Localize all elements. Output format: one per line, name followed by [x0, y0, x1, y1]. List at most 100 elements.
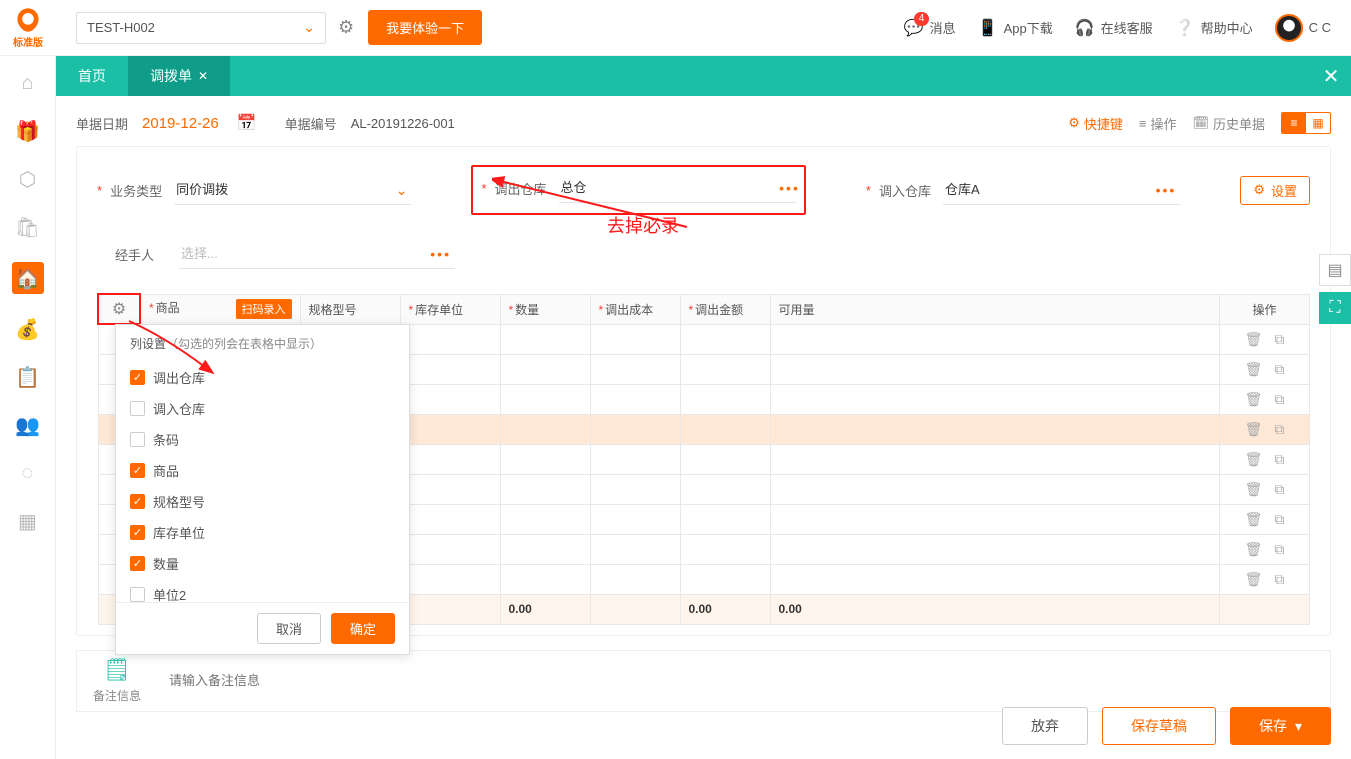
copy-icon[interactable]: ⧉ [1274, 331, 1284, 347]
logo-icon [14, 6, 42, 34]
rail-money-icon[interactable]: 💰 [15, 316, 41, 342]
col-option[interactable]: 条码 [130, 424, 395, 455]
delete-icon[interactable]: 🗑 [1245, 331, 1263, 347]
col-option[interactable]: ✓库存单位 [130, 517, 395, 548]
checkbox[interactable]: ✓ [130, 556, 145, 571]
date-value[interactable]: 2019-12-26 [142, 115, 219, 132]
column-settings-popup: 列设置（勾选的列会在表格中显示） ✓调出仓库调入仓库条码✓商品✓规格型号✓库存单… [115, 324, 410, 655]
avatar [1275, 14, 1303, 42]
col-option[interactable]: ✓调出仓库 [130, 362, 395, 393]
messages-badge: 4 [914, 12, 930, 26]
copy-icon[interactable]: ⧉ [1274, 391, 1284, 407]
scan-input-badge[interactable]: 扫码录入 [236, 299, 292, 319]
logo-label: 标准版 [13, 34, 43, 49]
chevron-down-icon[interactable]: ⌄ [396, 182, 408, 199]
footer-buttons: 放弃 保存草稿 保存▾ [1002, 707, 1331, 745]
discard-button[interactable]: 放弃 [1002, 707, 1088, 745]
col-option[interactable]: ✓商品 [130, 455, 395, 486]
tool-operation[interactable]: ≡操作 [1139, 114, 1177, 133]
header-messages[interactable]: 💬 4 消息 [904, 18, 956, 38]
rail-bag-icon[interactable]: 🛍 [15, 214, 41, 240]
field-out-warehouse[interactable]: * 调出仓库 总仓 ••• [471, 165, 805, 215]
tool-shortcuts[interactable]: ⚙快捷键 [1068, 114, 1123, 133]
rail-contacts-icon[interactable]: 👥 [15, 412, 41, 438]
field-biztype[interactable]: * 业务类型 同价调拨 ⌄ [97, 175, 411, 205]
checkbox[interactable] [130, 432, 145, 447]
col-settings-header[interactable]: ⚙ [98, 294, 140, 324]
org-select[interactable]: TEST-H002 ⌄ [76, 12, 326, 44]
cta-button[interactable]: 我要体验一下 [368, 10, 482, 45]
logo[interactable]: 标准版 [0, 6, 56, 49]
col-option[interactable]: ✓规格型号 [130, 486, 395, 517]
header-help[interactable]: ❔ 帮助中心 [1175, 18, 1253, 38]
header-customer-service[interactable]: 🎧 在线客服 [1075, 18, 1153, 38]
th-qty: *数量 [500, 294, 590, 324]
remarks-label: 🗒 备注信息 [77, 657, 157, 704]
rail-clipboard-icon[interactable]: 📋 [15, 364, 41, 390]
delete-icon[interactable]: 🗑 [1245, 511, 1263, 527]
rail-tag-icon[interactable]: ⬡ [15, 166, 41, 192]
field-handler[interactable]: 经手人 选择... ••• [115, 239, 455, 269]
delete-icon[interactable]: 🗑 [1245, 361, 1263, 377]
checkbox[interactable]: ✓ [130, 370, 145, 385]
doc-tools: ⚙快捷键 ≡操作 🗓历史单据 ≡ ▦ [1068, 112, 1331, 134]
calendar-icon[interactable]: 📅 [237, 113, 257, 133]
save-button[interactable]: 保存▾ [1230, 707, 1331, 745]
copy-icon[interactable]: ⧉ [1274, 361, 1284, 377]
float-expand-icon[interactable]: ⛶ [1319, 292, 1351, 324]
col-option[interactable]: 单位2 [130, 579, 395, 602]
checkbox[interactable]: ✓ [130, 463, 145, 478]
chevron-down-icon: ▾ [1295, 718, 1302, 735]
field-in-warehouse[interactable]: * 调入仓库 仓库A ••• [866, 175, 1180, 205]
cancel-button[interactable]: 取消 [257, 613, 321, 644]
delete-icon[interactable]: 🗑 [1245, 541, 1263, 557]
rail-warehouse-icon[interactable]: 🏠 [12, 262, 44, 294]
more-icon[interactable]: ••• [430, 246, 451, 262]
delete-icon[interactable]: 🗑 [1245, 391, 1263, 407]
copy-icon[interactable]: ⧉ [1274, 421, 1284, 437]
th-avail: 可用量 [770, 294, 1220, 324]
delete-icon[interactable]: 🗑 [1245, 421, 1263, 437]
view-toggle: ≡ ▦ [1281, 112, 1331, 134]
gear-icon[interactable]: ⚙ [338, 17, 354, 38]
checkbox[interactable]: ✓ [130, 525, 145, 540]
checkbox[interactable] [130, 587, 145, 602]
checkbox[interactable]: ✓ [130, 494, 145, 509]
header-app-download[interactable]: 📱 App下载 [978, 18, 1053, 38]
copy-icon[interactable]: ⧉ [1274, 571, 1284, 587]
rail-new-icon[interactable]: ▦ [15, 508, 41, 534]
view-list[interactable]: ≡ [1282, 113, 1306, 133]
tab-home[interactable]: 首页 [56, 56, 128, 96]
float-note-icon[interactable]: ▤ [1319, 254, 1351, 286]
header-user[interactable]: C C [1275, 14, 1331, 42]
rail-cycle-icon[interactable]: ◌ [15, 460, 41, 486]
delete-icon[interactable]: 🗑 [1245, 481, 1263, 497]
gear-icon: ⚙ [1253, 182, 1265, 198]
checkbox[interactable] [130, 401, 145, 416]
copy-icon[interactable]: ⧉ [1274, 481, 1284, 497]
copy-icon[interactable]: ⧉ [1274, 511, 1284, 527]
remarks-input[interactable] [157, 673, 1330, 688]
more-icon[interactable]: ••• [1156, 182, 1177, 198]
tab-transfer-order[interactable]: 调拨单✕ [128, 56, 230, 96]
view-grid[interactable]: ▦ [1306, 113, 1330, 133]
content: 单据日期 2019-12-26 📅 单据编号 AL-20191226-001 ⚙… [56, 96, 1351, 759]
more-icon[interactable]: ••• [779, 180, 800, 196]
save-draft-button[interactable]: 保存草稿 [1102, 707, 1216, 745]
delete-icon[interactable]: 🗑 [1245, 571, 1263, 587]
copy-icon[interactable]: ⧉ [1274, 451, 1284, 467]
settings-button[interactable]: ⚙设置 [1240, 176, 1310, 205]
col-option[interactable]: 调入仓库 [130, 393, 395, 424]
top-header: 标准版 TEST-H002 ⌄ ⚙ 我要体验一下 💬 4 消息 📱 App下载 … [0, 0, 1351, 56]
close-icon[interactable]: ✕ [198, 69, 208, 83]
delete-icon[interactable]: 🗑 [1245, 451, 1263, 467]
confirm-button[interactable]: 确定 [331, 613, 395, 644]
th-ops: 操作 [1220, 294, 1310, 324]
copy-icon[interactable]: ⧉ [1274, 541, 1284, 557]
rail-gift-icon[interactable]: 🎁 [15, 118, 41, 144]
doc-header: 单据日期 2019-12-26 📅 单据编号 AL-20191226-001 ⚙… [56, 96, 1351, 146]
tab-bar-close[interactable]: ✕ [1311, 56, 1351, 96]
col-option[interactable]: ✓数量 [130, 548, 395, 579]
rail-home-icon[interactable]: ⌂ [15, 70, 41, 96]
tool-history[interactable]: 🗓历史单据 [1192, 114, 1265, 133]
